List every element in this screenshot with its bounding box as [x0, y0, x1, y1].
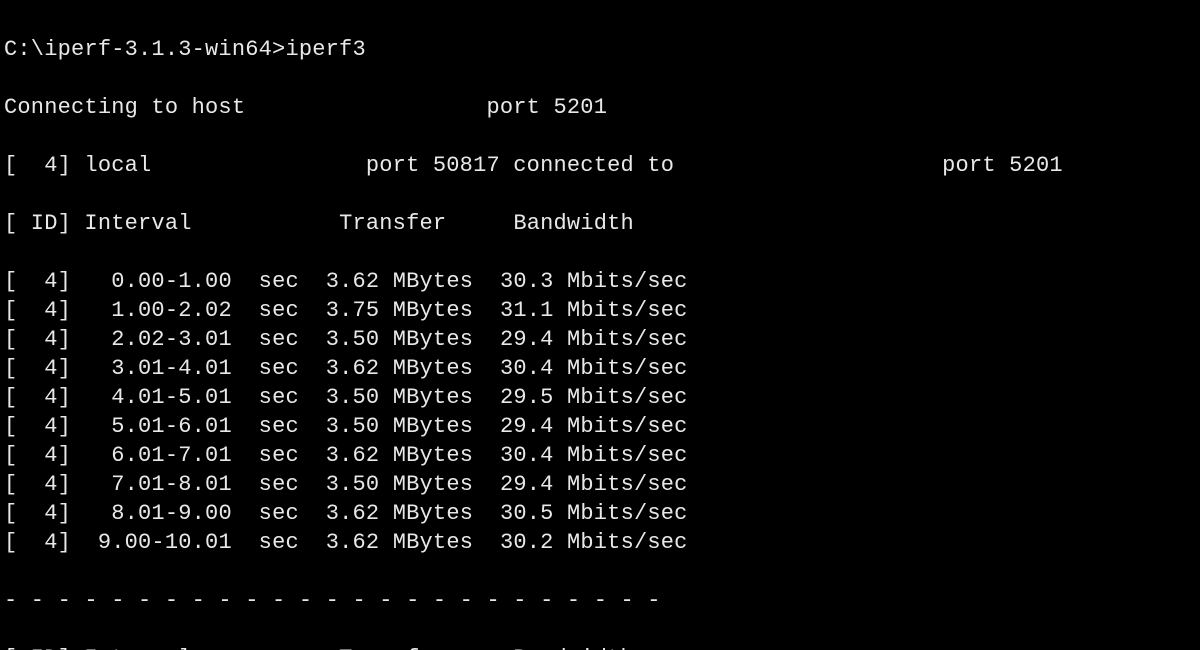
- row-transfer: 3.50 MBytes: [326, 414, 473, 439]
- hdr-bandwidth: Bandwidth: [513, 211, 634, 236]
- row-interval: 7.01-8.01: [98, 472, 232, 497]
- row-bandwidth: 30.5 Mbits/sec: [500, 501, 701, 526]
- row-id: [ 4]: [4, 356, 71, 381]
- row-bandwidth: 30.2 Mbits/sec: [500, 530, 701, 555]
- row-transfer: 3.50 MBytes: [326, 472, 473, 497]
- row-bandwidth: 29.4 Mbits/sec: [500, 472, 701, 497]
- row-transfer: 3.62 MBytes: [326, 443, 473, 468]
- row-id: [ 4]: [4, 269, 71, 294]
- connecting-line: Connecting to host port 5201: [4, 93, 1196, 122]
- row-id: [ 4]: [4, 443, 71, 468]
- row-bandwidth: 30.4 Mbits/sec: [500, 443, 701, 468]
- row-unit: sec: [259, 472, 299, 497]
- row-unit: sec: [259, 530, 299, 555]
- row-transfer: 3.50 MBytes: [326, 327, 473, 352]
- row-interval: 2.02-3.01: [98, 327, 232, 352]
- row-bandwidth: 29.5 Mbits/sec: [500, 385, 701, 410]
- row-bandwidth: 30.4 Mbits/sec: [500, 356, 701, 381]
- separator-line: - - - - - - - - - - - - - - - - - - - - …: [4, 586, 1196, 615]
- hdr-transfer: Transfer: [339, 646, 446, 650]
- table-row: [ 4] 9.00-10.01 sec 3.62 MBytes 30.2 Mbi…: [4, 528, 1196, 557]
- hdr-transfer: Transfer: [339, 211, 446, 236]
- row-unit: sec: [259, 269, 299, 294]
- table-row: [ 4] 1.00-2.02 sec 3.75 MBytes 31.1 Mbit…: [4, 296, 1196, 325]
- table-row: [ 4] 4.01-5.01 sec 3.50 MBytes 29.5 Mbit…: [4, 383, 1196, 412]
- row-transfer: 3.62 MBytes: [326, 356, 473, 381]
- row-bandwidth: 29.4 Mbits/sec: [500, 327, 701, 352]
- row-unit: sec: [259, 414, 299, 439]
- row-interval: 8.01-9.00: [98, 501, 232, 526]
- row-interval: 5.01-6.01: [98, 414, 232, 439]
- table-row: [ 4] 8.01-9.00 sec 3.62 MBytes 30.5 Mbit…: [4, 499, 1196, 528]
- interval-rows: [ 4] 0.00-1.00 sec 3.62 MBytes 30.3 Mbit…: [4, 267, 1196, 557]
- table-row: [ 4] 3.01-4.01 sec 3.62 MBytes 30.4 Mbit…: [4, 354, 1196, 383]
- row-transfer: 3.62 MBytes: [326, 501, 473, 526]
- hdr-interval: Interval: [84, 646, 191, 650]
- row-interval: 1.00-2.02: [98, 298, 232, 323]
- row-interval: 4.01-5.01: [98, 385, 232, 410]
- row-unit: sec: [259, 385, 299, 410]
- row-id: [ 4]: [4, 298, 71, 323]
- row-unit: sec: [259, 356, 299, 381]
- row-unit: sec: [259, 501, 299, 526]
- row-bandwidth: 30.3 Mbits/sec: [500, 269, 701, 294]
- row-bandwidth: 31.1 Mbits/sec: [500, 298, 701, 323]
- hdr-bandwidth: Bandwidth: [513, 646, 634, 650]
- row-interval: 6.01-7.01: [98, 443, 232, 468]
- row-transfer: 3.62 MBytes: [326, 269, 473, 294]
- header-row: [ ID] Interval Transfer Bandwidth: [4, 209, 1196, 238]
- row-interval: 3.01-4.01: [98, 356, 232, 381]
- hdr-id: [ ID]: [4, 644, 71, 650]
- hdr-interval: Interval: [84, 211, 191, 236]
- hdr-id: [ ID]: [4, 209, 71, 238]
- table-row: [ 4] 5.01-6.01 sec 3.50 MBytes 29.4 Mbit…: [4, 412, 1196, 441]
- summary-header-row: [ ID] Interval Transfer Bandwidth: [4, 644, 1196, 650]
- table-row: [ 4] 7.01-8.01 sec 3.50 MBytes 29.4 Mbit…: [4, 470, 1196, 499]
- row-id: [ 4]: [4, 501, 71, 526]
- row-unit: sec: [259, 443, 299, 468]
- table-row: [ 4] 6.01-7.01 sec 3.62 MBytes 30.4 Mbit…: [4, 441, 1196, 470]
- table-row: [ 4] 2.02-3.01 sec 3.50 MBytes 29.4 Mbit…: [4, 325, 1196, 354]
- row-interval: 0.00-1.00: [98, 269, 232, 294]
- row-unit: sec: [259, 327, 299, 352]
- local-line: [ 4] local port 50817 connected to port …: [4, 151, 1196, 180]
- table-row: [ 4] 0.00-1.00 sec 3.62 MBytes 30.3 Mbit…: [4, 267, 1196, 296]
- terminal-output: C:\iperf-3.1.3-win64>iperf3 Connecting t…: [0, 0, 1200, 650]
- row-id: [ 4]: [4, 414, 71, 439]
- prompt-line: C:\iperf-3.1.3-win64>iperf3: [4, 35, 1196, 64]
- row-interval: 9.00-10.01: [98, 530, 232, 555]
- row-transfer: 3.62 MBytes: [326, 530, 473, 555]
- row-unit: sec: [259, 298, 299, 323]
- row-id: [ 4]: [4, 385, 71, 410]
- row-id: [ 4]: [4, 472, 71, 497]
- row-transfer: 3.50 MBytes: [326, 385, 473, 410]
- row-bandwidth: 29.4 Mbits/sec: [500, 414, 701, 439]
- row-id: [ 4]: [4, 327, 71, 352]
- row-id: [ 4]: [4, 530, 71, 555]
- row-transfer: 3.75 MBytes: [326, 298, 473, 323]
